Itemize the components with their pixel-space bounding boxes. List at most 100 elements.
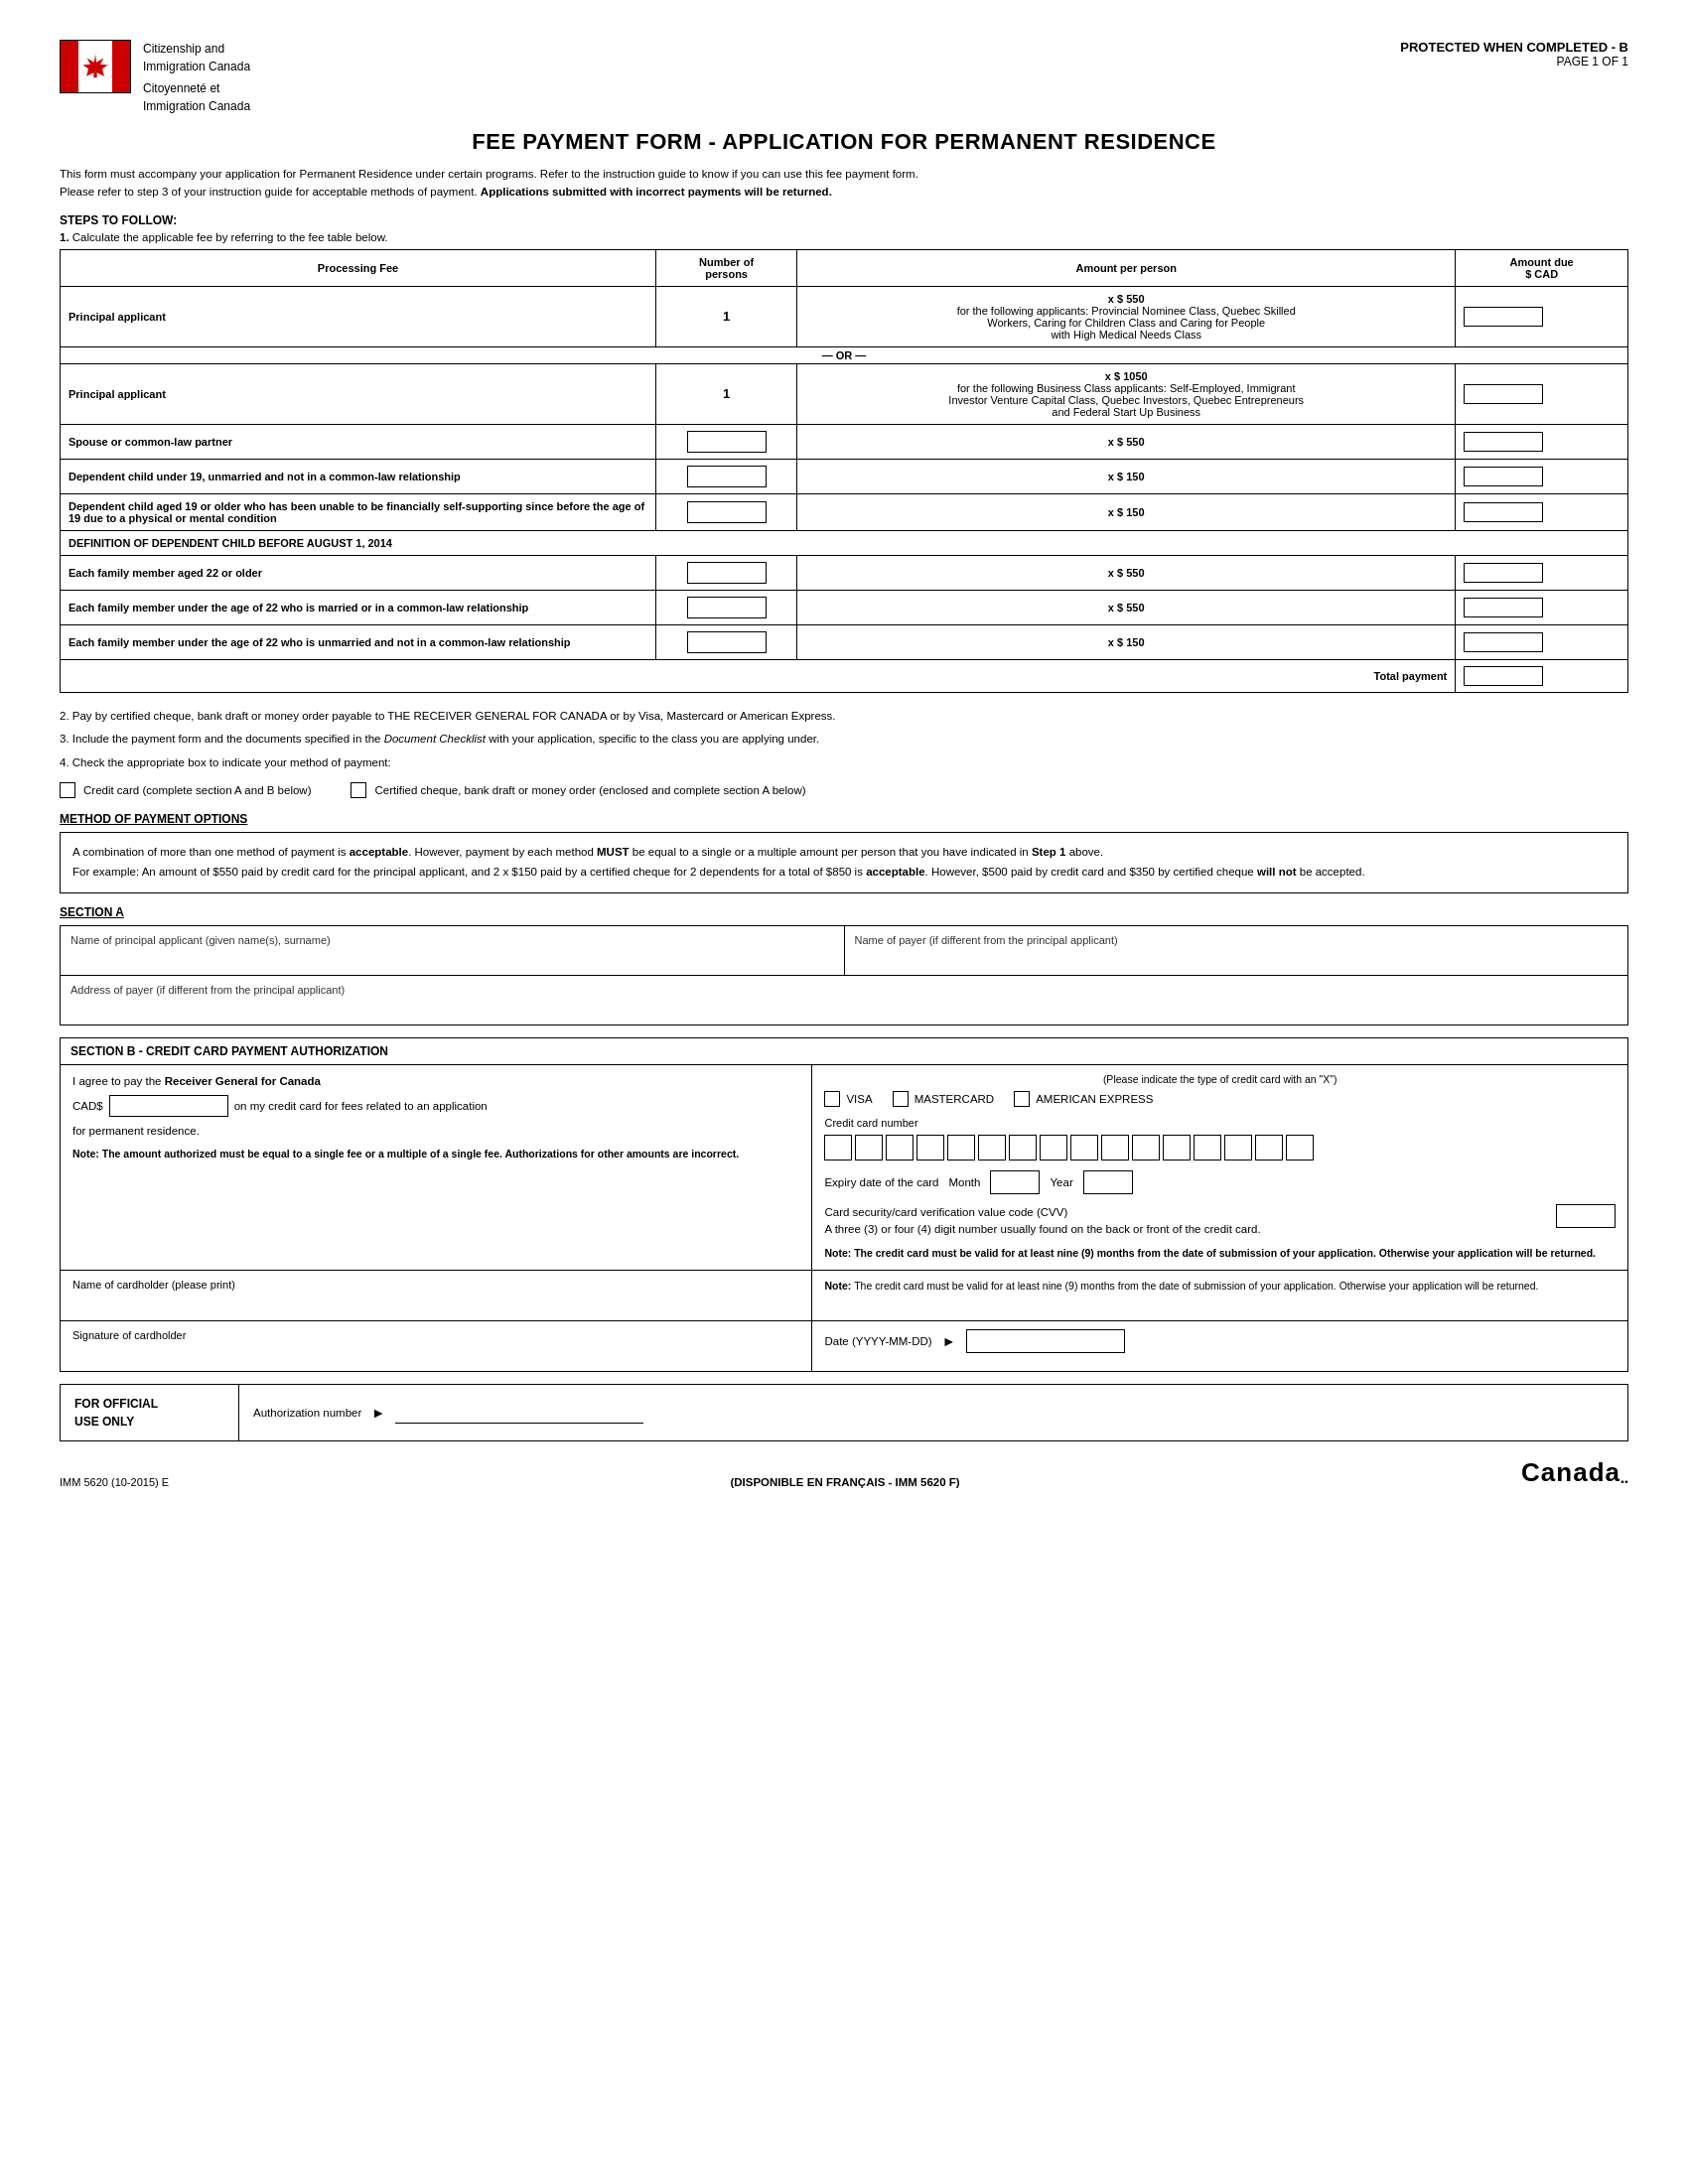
step3-text: 3. Include the payment form and the docu…	[60, 730, 1628, 750]
cc-type-row: VISA MASTERCARD AMERICAN EXPRESS	[824, 1091, 1616, 1107]
canada-wordmark: Canada⦁⦁	[1521, 1457, 1628, 1488]
cvv-input[interactable]	[1556, 1204, 1616, 1228]
row-label-fm-u22-unmarried: Each family member under the age of 22 w…	[61, 624, 656, 659]
cc-note: Note: The credit card must be valid for …	[824, 1246, 1616, 1262]
cc-digit-16[interactable]	[1286, 1135, 1314, 1160]
agency-name: Citizenship and Immigration Canada Citoy…	[143, 40, 250, 115]
cc-digit-14[interactable]	[1224, 1135, 1252, 1160]
section-a-row1: Name of principal applicant (given name(…	[61, 925, 1628, 975]
page-footer: IMM 5620 (10-2015) E (DISPONIBLE EN FRAN…	[60, 1457, 1628, 1488]
cc-digit-6[interactable]	[978, 1135, 1006, 1160]
amex-checkbox[interactable]	[1014, 1091, 1030, 1107]
cc-digit-13[interactable]	[1194, 1135, 1221, 1160]
authorization-number-field: Authorization number ►	[239, 1392, 1627, 1433]
section-a-heading: SECTION A	[60, 905, 1628, 919]
col-header-amount: Amount per person	[797, 249, 1456, 286]
cardholder-name-field[interactable]: Name of cardholder (please print)	[61, 1271, 812, 1320]
cc-mastercard[interactable]: MASTERCARD	[893, 1091, 995, 1107]
cc-digit-1[interactable]	[824, 1135, 852, 1160]
svg-rect-0	[93, 72, 96, 78]
official-use-row: FOR OFFICIAL USE ONLY Authorization numb…	[60, 1384, 1628, 1441]
row-amount-fm-u22-married: x $ 550	[797, 590, 1456, 624]
cc-amex[interactable]: AMERICAN EXPRESS	[1014, 1091, 1153, 1107]
cc-digit-3[interactable]	[886, 1135, 914, 1160]
cc-digit-11[interactable]	[1132, 1135, 1160, 1160]
table-row: Each family member under the age of 22 w…	[61, 590, 1628, 624]
row-due-fm-u22-unmarried[interactable]	[1456, 624, 1628, 659]
row-number-dep-19plus[interactable]	[656, 493, 797, 530]
cc-visa[interactable]: VISA	[824, 1091, 872, 1107]
row-number-fm-22plus[interactable]	[656, 555, 797, 590]
payer-name-field[interactable]: Name of payer (if different from the pri…	[844, 925, 1628, 975]
date-input[interactable]	[966, 1329, 1125, 1353]
row-label-fm-22plus: Each family member aged 22 or older	[61, 555, 656, 590]
cardholder-section: Name of cardholder (please print) Note: …	[61, 1270, 1627, 1371]
section-a-table: Name of principal applicant (given name(…	[60, 925, 1628, 1025]
date-label: Date (YYYY-MM-DD)	[824, 1335, 931, 1347]
row-due-2[interactable]	[1456, 363, 1628, 424]
page-number: PAGE 1 OF 1	[1400, 55, 1628, 68]
date-row: Date (YYYY-MM-DD) ►	[824, 1329, 1616, 1353]
cad-on-text: on my credit card for fees related to an…	[234, 1100, 488, 1112]
expiry-month-input[interactable]	[990, 1170, 1040, 1194]
row-due-dep-u19[interactable]	[1456, 459, 1628, 493]
row-number-1: 1	[656, 286, 797, 346]
cc-digit-9[interactable]	[1070, 1135, 1098, 1160]
section-b-right: (Please indicate the type of credit card…	[812, 1065, 1627, 1270]
checkbox-certified-label: Certified cheque, bank draft or money or…	[374, 784, 805, 796]
or-divider-row: — OR —	[61, 346, 1628, 363]
row-due-dep-19plus[interactable]	[1456, 493, 1628, 530]
checkbox-credit-card-box[interactable]	[60, 782, 75, 798]
cad-amount-input[interactable]	[109, 1095, 228, 1117]
row-number-fm-u22-unmarried[interactable]	[656, 624, 797, 659]
payer-address-field[interactable]: Address of payer (if different from the …	[61, 975, 1628, 1024]
signature-field[interactable]: Signature of cardholder	[61, 1321, 812, 1371]
cc-type-note: (Please indicate the type of credit card…	[824, 1073, 1616, 1085]
expiry-row: Expiry date of the card Month Year	[824, 1170, 1616, 1194]
row-amount-dep-19plus: x $ 150	[797, 493, 1456, 530]
cc-digit-4[interactable]	[916, 1135, 944, 1160]
french-label: (DISPONIBLE EN FRANÇAIS - IMM 5620 F)	[169, 1476, 1521, 1488]
visa-checkbox[interactable]	[824, 1091, 840, 1107]
form-title: FEE PAYMENT FORM - APPLICATION FOR PERMA…	[60, 129, 1628, 155]
month-label: Month	[949, 1176, 981, 1188]
checkbox-certified[interactable]: Certified cheque, bank draft or money or…	[351, 782, 805, 798]
section-b-left: I agree to pay the Receiver General for …	[61, 1065, 812, 1270]
header-right: PROTECTED WHEN COMPLETED - B PAGE 1 OF 1	[1400, 40, 1628, 68]
row-due-1[interactable]	[1456, 286, 1628, 346]
row-amount-fm-u22-unmarried: x $ 150	[797, 624, 1456, 659]
checkbox-certified-box[interactable]	[351, 782, 366, 798]
cc-digit-5[interactable]	[947, 1135, 975, 1160]
section-a-row2: Address of payer (if different from the …	[61, 975, 1628, 1024]
section-b-heading: SECTION B - CREDIT CARD PAYMENT AUTHORIZ…	[61, 1038, 1627, 1065]
section-b-note: Note: The amount authorized must be equa…	[72, 1147, 799, 1162]
year-label: Year	[1050, 1176, 1072, 1188]
cc-number-label: Credit card number	[824, 1117, 1616, 1129]
cc-digit-12[interactable]	[1163, 1135, 1191, 1160]
auth-number-input[interactable]	[395, 1402, 643, 1424]
row-number-dep-u19[interactable]	[656, 459, 797, 493]
row-due-fm-22plus[interactable]	[1456, 555, 1628, 590]
fee-table: Processing Fee Number ofpersons Amount p…	[60, 249, 1628, 693]
row-number-fm-u22-married[interactable]	[656, 590, 797, 624]
expiry-year-input[interactable]	[1083, 1170, 1133, 1194]
col-header-number: Number ofpersons	[656, 249, 797, 286]
cc-digit-8[interactable]	[1040, 1135, 1067, 1160]
row-due-fm-u22-married[interactable]	[1456, 590, 1628, 624]
cc-digit-2[interactable]	[855, 1135, 883, 1160]
step1-text: 1. Calculate the applicable fee by refer…	[60, 231, 1628, 243]
cc-digit-15[interactable]	[1255, 1135, 1283, 1160]
row-label-principal-1: Principal applicant	[61, 286, 656, 346]
row-due-spouse[interactable]	[1456, 424, 1628, 459]
cc-number-boxes[interactable]	[824, 1135, 1616, 1160]
principal-name-field[interactable]: Name of principal applicant (given name(…	[61, 925, 845, 975]
mastercard-checkbox[interactable]	[893, 1091, 909, 1107]
header-left: Citizenship and Immigration Canada Citoy…	[60, 40, 250, 115]
row-number-spouse[interactable]	[656, 424, 797, 459]
protected-label: PROTECTED WHEN COMPLETED - B	[1400, 40, 1628, 55]
total-amount-box[interactable]	[1456, 659, 1628, 692]
cc-digit-7[interactable]	[1009, 1135, 1037, 1160]
section-b: SECTION B - CREDIT CARD PAYMENT AUTHORIZ…	[60, 1037, 1628, 1372]
checkbox-credit-card[interactable]: Credit card (complete section A and B be…	[60, 782, 311, 798]
cc-digit-10[interactable]	[1101, 1135, 1129, 1160]
